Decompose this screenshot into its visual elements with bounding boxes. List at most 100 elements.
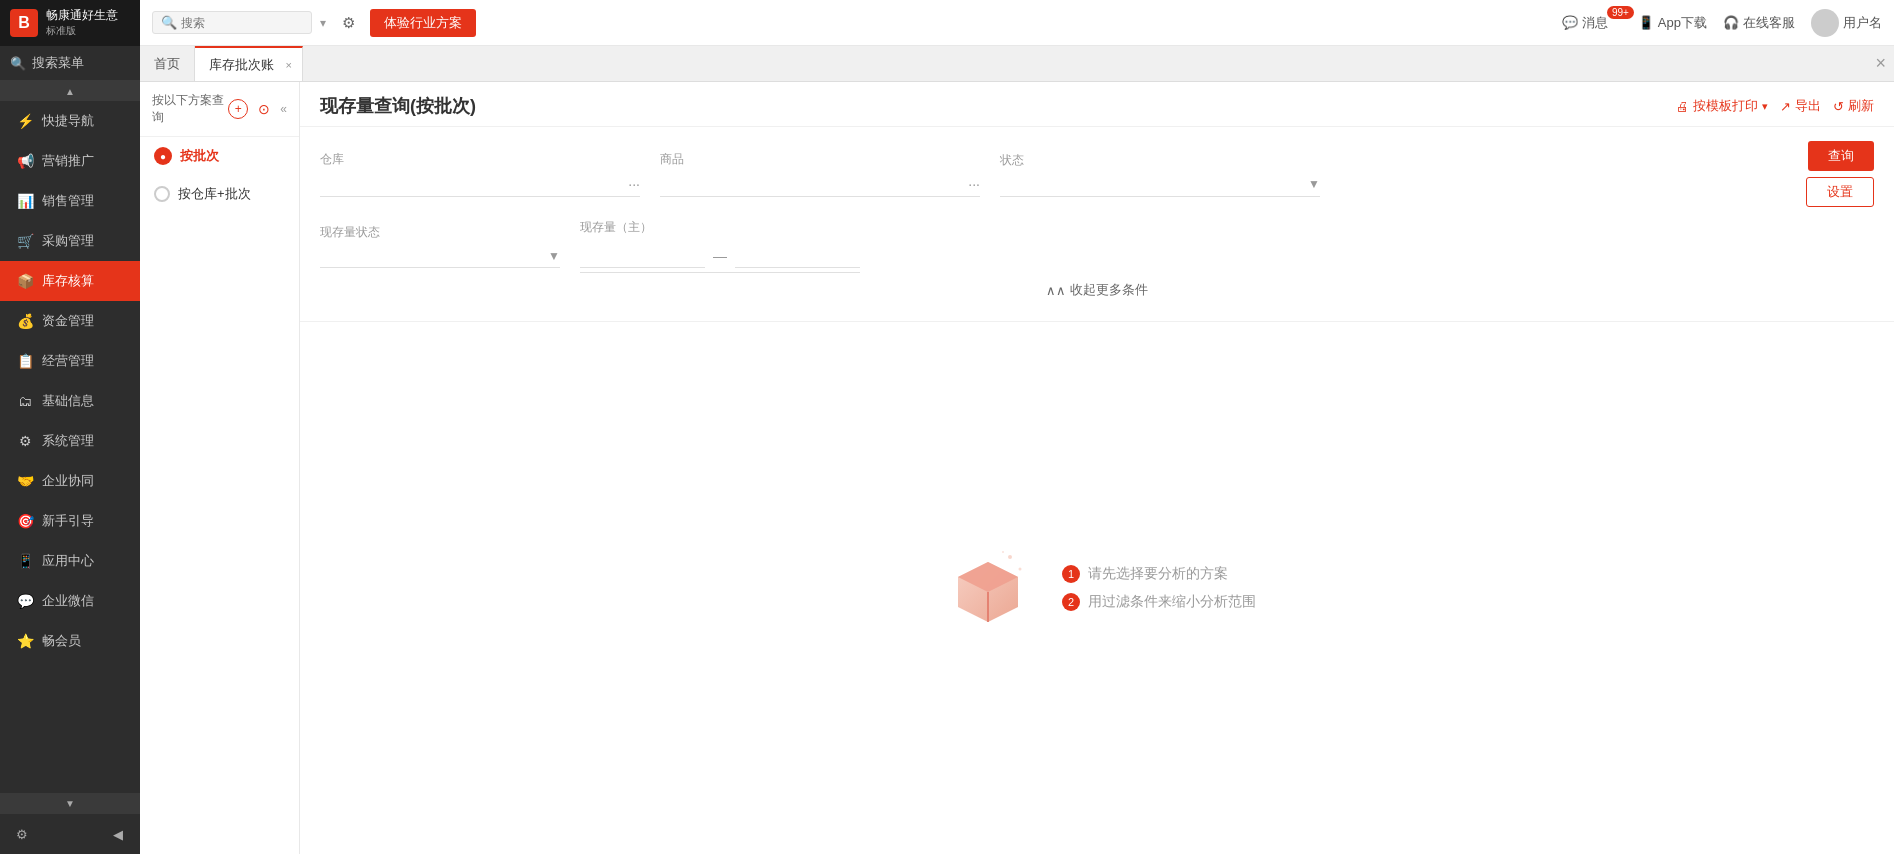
app-logo: B bbox=[10, 9, 38, 37]
sidebar-nav: ⚡ 快捷导航 📢 营销推广 📊 销售管理 🛒 采购管理 📦 库存核算 💰 资金管… bbox=[0, 101, 140, 793]
sidebar-scroll-up[interactable]: ▲ bbox=[0, 81, 140, 101]
topbar-chevron-icon[interactable]: ▾ bbox=[320, 16, 326, 30]
experience-button[interactable]: 体验行业方案 bbox=[370, 9, 476, 37]
tip-text-1: 请先选择要分析的方案 bbox=[1088, 565, 1228, 583]
refresh-button[interactable]: ↺ 刷新 bbox=[1833, 97, 1874, 115]
sidebar-search-label: 搜索菜单 bbox=[32, 54, 84, 72]
sidebar-footer: ⚙ ◀ bbox=[0, 813, 140, 854]
tab-home[interactable]: 首页 bbox=[140, 46, 195, 81]
scheme-inactive-icon bbox=[154, 186, 170, 202]
collapse-conditions-button[interactable]: ∧∧ 收起更多条件 bbox=[320, 273, 1874, 307]
tab-close-icon[interactable]: × bbox=[284, 57, 294, 73]
warehouse-dots-icon[interactable]: ··· bbox=[628, 176, 640, 192]
page-header: 现存量查询(按批次) 🖨 按模板打印 ▾ ↗ 导出 ↺ 刷新 bbox=[300, 82, 1894, 127]
sidebar-item-apps[interactable]: 📱 应用中心 bbox=[0, 541, 140, 581]
warehouse-filter: 仓库 ··· bbox=[320, 151, 640, 197]
sidebar-header: B 畅康通好生意 标准版 bbox=[0, 0, 140, 46]
phone-icon: 📱 bbox=[1638, 15, 1654, 30]
product-filter: 商品 ··· bbox=[660, 151, 980, 197]
sidebar-item-basic[interactable]: 🗂 基础信息 bbox=[0, 381, 140, 421]
app-download-button[interactable]: 📱 App下载 bbox=[1638, 14, 1707, 32]
sidebar-item-marketing[interactable]: 📢 营销推广 bbox=[0, 141, 140, 181]
query-button[interactable]: 查询 bbox=[1808, 141, 1874, 171]
scheme-item-by-batch[interactable]: ● 按批次 bbox=[140, 137, 299, 175]
messages-label: 消息 bbox=[1582, 14, 1608, 32]
topbar-search-icon: 🔍 bbox=[161, 15, 177, 30]
apps-icon: 📱 bbox=[16, 552, 34, 570]
print-button[interactable]: 🖨 按模板打印 ▾ bbox=[1676, 97, 1768, 115]
search-icon: 🔍 bbox=[10, 56, 26, 71]
search-input[interactable] bbox=[181, 16, 281, 30]
export-button[interactable]: ↗ 导出 bbox=[1780, 97, 1821, 115]
sidebar-item-label: 资金管理 bbox=[42, 312, 94, 330]
sidebar-item-sales[interactable]: 📊 销售管理 bbox=[0, 181, 140, 221]
sidebar-item-quick-nav[interactable]: ⚡ 快捷导航 bbox=[0, 101, 140, 141]
inventory-qty-label: 现存量（主） bbox=[580, 219, 860, 236]
footer-settings-icon[interactable]: ⚙ bbox=[10, 822, 34, 846]
svg-point-3 bbox=[1008, 555, 1012, 559]
purchase-icon: 🛒 bbox=[16, 232, 34, 250]
inventory-icon: 📦 bbox=[16, 272, 34, 290]
sidebar-item-finance[interactable]: 💰 资金管理 bbox=[0, 301, 140, 341]
sidebar-item-inventory[interactable]: 📦 库存核算 bbox=[0, 261, 140, 301]
status-input-wrap[interactable]: ▼ bbox=[1000, 173, 1320, 197]
scheme-item-by-warehouse-batch[interactable]: 按仓库+批次 bbox=[140, 175, 299, 213]
sidebar-item-enterprise[interactable]: 🤝 企业协同 bbox=[0, 461, 140, 501]
online-service-button[interactable]: 🎧 在线客服 bbox=[1723, 14, 1795, 32]
add-scheme-button[interactable]: + bbox=[228, 99, 248, 119]
basic-icon: 🗂 bbox=[16, 392, 34, 410]
topbar-search-box[interactable]: 🔍 bbox=[152, 11, 312, 34]
sidebar-item-wechat[interactable]: 💬 企业微信 bbox=[0, 581, 140, 621]
scheme-settings-icon[interactable]: ⊙ bbox=[254, 99, 274, 119]
message-icon: 💬 bbox=[1562, 15, 1578, 30]
sidebar-item-label: 营销推广 bbox=[42, 152, 94, 170]
warehouse-input-wrap[interactable]: ··· bbox=[320, 172, 640, 197]
wechat-icon: 💬 bbox=[16, 592, 34, 610]
user-avatar[interactable]: 用户名 bbox=[1811, 9, 1882, 37]
enterprise-icon: 🤝 bbox=[16, 472, 34, 490]
inventory-status-select-wrap[interactable]: ▼ bbox=[320, 245, 560, 268]
headset-icon: 🎧 bbox=[1723, 15, 1739, 30]
refresh-icon: ↺ bbox=[1833, 99, 1844, 114]
warehouse-input[interactable] bbox=[320, 177, 628, 192]
footer-collapse-icon[interactable]: ◀ bbox=[106, 822, 130, 846]
status-input[interactable] bbox=[1000, 177, 1308, 192]
sidebar-item-operations[interactable]: 📋 经营管理 bbox=[0, 341, 140, 381]
filter-row-1: 仓库 ··· 商品 ··· bbox=[320, 141, 1874, 207]
tab-inventory-batch[interactable]: 库存批次账 × bbox=[195, 46, 303, 81]
topbar: 🔍 ▾ ⚙ 体验行业方案 💬 消息 99+ 📱 App下载 🎧 在线客服 用户名 bbox=[140, 0, 1894, 46]
sidebar-item-newbie[interactable]: 🎯 新手引导 bbox=[0, 501, 140, 541]
product-input[interactable] bbox=[660, 177, 968, 192]
sales-icon: 📊 bbox=[16, 192, 34, 210]
messages-button[interactable]: 💬 消息 99+ bbox=[1562, 14, 1622, 32]
status-arrow-icon[interactable]: ▼ bbox=[1308, 177, 1320, 191]
product-dots-icon[interactable]: ··· bbox=[968, 176, 980, 192]
sidebar-scroll-down[interactable]: ▼ bbox=[0, 793, 140, 813]
collapse-panel-icon[interactable]: « bbox=[280, 102, 287, 116]
tab-inventory-batch-label: 库存批次账 bbox=[209, 56, 274, 74]
sidebar-item-system[interactable]: ⚙ 系统管理 bbox=[0, 421, 140, 461]
inventory-qty-min-input[interactable] bbox=[580, 244, 705, 268]
svg-point-5 bbox=[1002, 551, 1004, 553]
finance-icon: 💰 bbox=[16, 312, 34, 330]
inventory-status-arrow-icon[interactable]: ▼ bbox=[548, 249, 560, 263]
close-all-tabs-icon[interactable]: × bbox=[1875, 53, 1886, 74]
inventory-qty-max-input[interactable] bbox=[735, 244, 860, 268]
collapse-conditions-label: 收起更多条件 bbox=[1070, 281, 1148, 299]
operations-icon: 📋 bbox=[16, 352, 34, 370]
sidebar-item-purchase[interactable]: 🛒 采购管理 bbox=[0, 221, 140, 261]
sidebar-item-label: 系统管理 bbox=[42, 432, 94, 450]
topbar-gear-icon[interactable]: ⚙ bbox=[334, 9, 362, 37]
inventory-qty-dash: — bbox=[713, 248, 727, 264]
product-input-wrap[interactable]: ··· bbox=[660, 172, 980, 197]
app-download-label: App下载 bbox=[1658, 14, 1707, 32]
left-panel-header: 按以下方案查询 + ⊙ « bbox=[140, 82, 299, 137]
inventory-qty-range-wrap: — bbox=[580, 240, 860, 273]
marketing-icon: 📢 bbox=[16, 152, 34, 170]
tabbar: 首页 库存批次账 × × bbox=[140, 46, 1894, 82]
sidebar-search[interactable]: 🔍 搜索菜单 bbox=[0, 46, 140, 81]
filter-area: 仓库 ··· 商品 ··· bbox=[300, 127, 1894, 322]
set-button[interactable]: 设置 bbox=[1806, 177, 1874, 207]
sidebar-item-member[interactable]: ⭐ 畅会员 bbox=[0, 621, 140, 661]
chevron-up-icon: ∧∧ bbox=[1046, 283, 1066, 298]
